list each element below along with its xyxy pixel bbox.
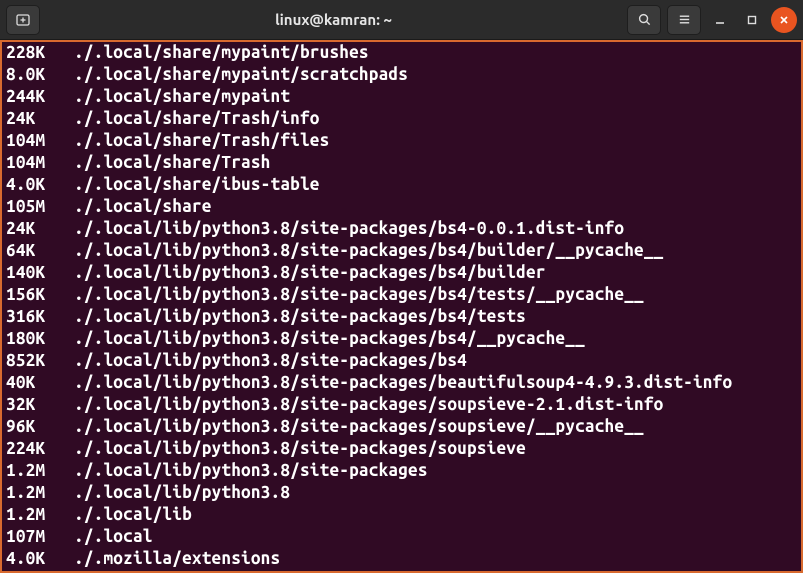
output-line: 24K./.local/lib/python3.8/site-packages/… xyxy=(6,218,797,240)
path-value: ./.local/lib/python3.8/site-packages/sou… xyxy=(74,394,797,416)
size-value: 244K xyxy=(6,86,74,108)
menu-button[interactable] xyxy=(667,5,701,35)
output-line: 32K./.local/lib/python3.8/site-packages/… xyxy=(6,394,797,416)
path-value: ./.local/share xyxy=(74,196,797,218)
terminal-viewport[interactable]: 228K./.local/share/mypaint/brushes8.0K./… xyxy=(0,40,803,573)
titlebar-right xyxy=(627,5,797,35)
output-line: 140K./.local/lib/python3.8/site-packages… xyxy=(6,262,797,284)
hamburger-icon xyxy=(677,12,692,27)
titlebar-left xyxy=(6,5,40,35)
output-line: 96K./.local/lib/python3.8/site-packages/… xyxy=(6,416,797,438)
window-title: linux@kamran: ~ xyxy=(46,11,621,28)
path-value: ./.local/share/ibus-table xyxy=(74,174,797,196)
output-line: 228K./.local/share/mypaint/brushes xyxy=(6,42,797,64)
size-value: 32K xyxy=(6,394,74,416)
output-line: 4.0K./.local/share/ibus-table xyxy=(6,174,797,196)
path-value: ./.local/lib/python3.8/site-packages/sou… xyxy=(74,438,797,460)
size-value: 1.2M xyxy=(6,460,74,482)
output-line: 224K./.local/lib/python3.8/site-packages… xyxy=(6,438,797,460)
close-icon xyxy=(778,14,790,26)
output-line: 4.0K./.mozilla/extensions xyxy=(6,548,797,570)
output-line: 1.2M./.local/lib/python3.8 xyxy=(6,482,797,504)
output-line: 24K./.local/share/Trash/info xyxy=(6,108,797,130)
output-line: 1.2M./.local/lib/python3.8/site-packages xyxy=(6,460,797,482)
size-value: 4.0K xyxy=(6,548,74,570)
search-icon xyxy=(637,12,652,27)
size-value: 105M xyxy=(6,196,74,218)
path-value: ./.local/lib/python3.8/site-packages/bs4… xyxy=(74,306,797,328)
path-value: ./.local/share/mypaint/scratchpads xyxy=(74,64,797,86)
path-value: ./.local/share/Trash/info xyxy=(74,108,797,130)
path-value: ./.local/lib xyxy=(74,504,797,526)
size-value: 104M xyxy=(6,130,74,152)
size-value: 140K xyxy=(6,262,74,284)
size-value: 8.0K xyxy=(6,64,74,86)
path-value: ./.local xyxy=(74,526,797,548)
path-value: ./.local/share/Trash xyxy=(74,152,797,174)
minimize-button[interactable] xyxy=(707,7,733,33)
path-value: ./.local/lib/python3.8/site-packages/bs4… xyxy=(74,328,797,350)
path-value: ./.local/lib/python3.8 xyxy=(74,482,797,504)
output-line: 105M./.local/share xyxy=(6,196,797,218)
size-value: 1.2M xyxy=(6,504,74,526)
path-value: ./.local/lib/python3.8/site-packages/bs4 xyxy=(74,350,797,372)
path-value: ./.local/share/mypaint xyxy=(74,86,797,108)
output-line: 180K./.local/lib/python3.8/site-packages… xyxy=(6,328,797,350)
size-value: 104M xyxy=(6,152,74,174)
output-line: 64K./.local/lib/python3.8/site-packages/… xyxy=(6,240,797,262)
size-value: 1.2M xyxy=(6,482,74,504)
path-value: ./.local/lib/python3.8/site-packages/bs4… xyxy=(74,262,797,284)
minimize-icon xyxy=(714,14,726,26)
output-line: 316K./.local/lib/python3.8/site-packages… xyxy=(6,306,797,328)
output-line: 40K./.local/lib/python3.8/site-packages/… xyxy=(6,372,797,394)
output-line: 156K./.local/lib/python3.8/site-packages… xyxy=(6,284,797,306)
size-value: 24K xyxy=(6,108,74,130)
search-button[interactable] xyxy=(627,5,661,35)
path-value: ./.local/lib/python3.8/site-packages/bea… xyxy=(74,372,797,394)
size-value: 40K xyxy=(6,372,74,394)
size-value: 96K xyxy=(6,416,74,438)
titlebar: linux@kamran: ~ xyxy=(0,0,803,40)
size-value: 24K xyxy=(6,218,74,240)
size-value: 180K xyxy=(6,328,74,350)
output-line: 244K./.local/share/mypaint xyxy=(6,86,797,108)
output-line: 1.2M./.local/lib xyxy=(6,504,797,526)
size-value: 224K xyxy=(6,438,74,460)
path-value: ./.local/lib/python3.8/site-packages xyxy=(74,460,797,482)
maximize-icon xyxy=(746,14,758,26)
path-value: ./.local/lib/python3.8/site-packages/bs4… xyxy=(74,218,797,240)
path-value: ./.local/share/mypaint/brushes xyxy=(74,42,797,64)
size-value: 852K xyxy=(6,350,74,372)
path-value: ./.mozilla/extensions xyxy=(74,548,797,570)
output-line: 107M./.local xyxy=(6,526,797,548)
path-value: ./.local/lib/python3.8/site-packages/sou… xyxy=(74,416,797,438)
maximize-button[interactable] xyxy=(739,7,765,33)
output-line: 104M./.local/share/Trash xyxy=(6,152,797,174)
terminal-output: 228K./.local/share/mypaint/brushes8.0K./… xyxy=(6,42,797,570)
size-value: 4.0K xyxy=(6,174,74,196)
new-tab-button[interactable] xyxy=(6,5,40,35)
output-line: 104M./.local/share/Trash/files xyxy=(6,130,797,152)
size-value: 316K xyxy=(6,306,74,328)
size-value: 156K xyxy=(6,284,74,306)
new-tab-icon xyxy=(15,12,31,28)
path-value: ./.local/lib/python3.8/site-packages/bs4… xyxy=(74,240,797,262)
size-value: 107M xyxy=(6,526,74,548)
path-value: ./.local/lib/python3.8/site-packages/bs4… xyxy=(74,284,797,306)
close-button[interactable] xyxy=(771,7,797,33)
output-line: 852K./.local/lib/python3.8/site-packages… xyxy=(6,350,797,372)
size-value: 228K xyxy=(6,42,74,64)
path-value: ./.local/share/Trash/files xyxy=(74,130,797,152)
size-value: 64K xyxy=(6,240,74,262)
output-line: 8.0K./.local/share/mypaint/scratchpads xyxy=(6,64,797,86)
